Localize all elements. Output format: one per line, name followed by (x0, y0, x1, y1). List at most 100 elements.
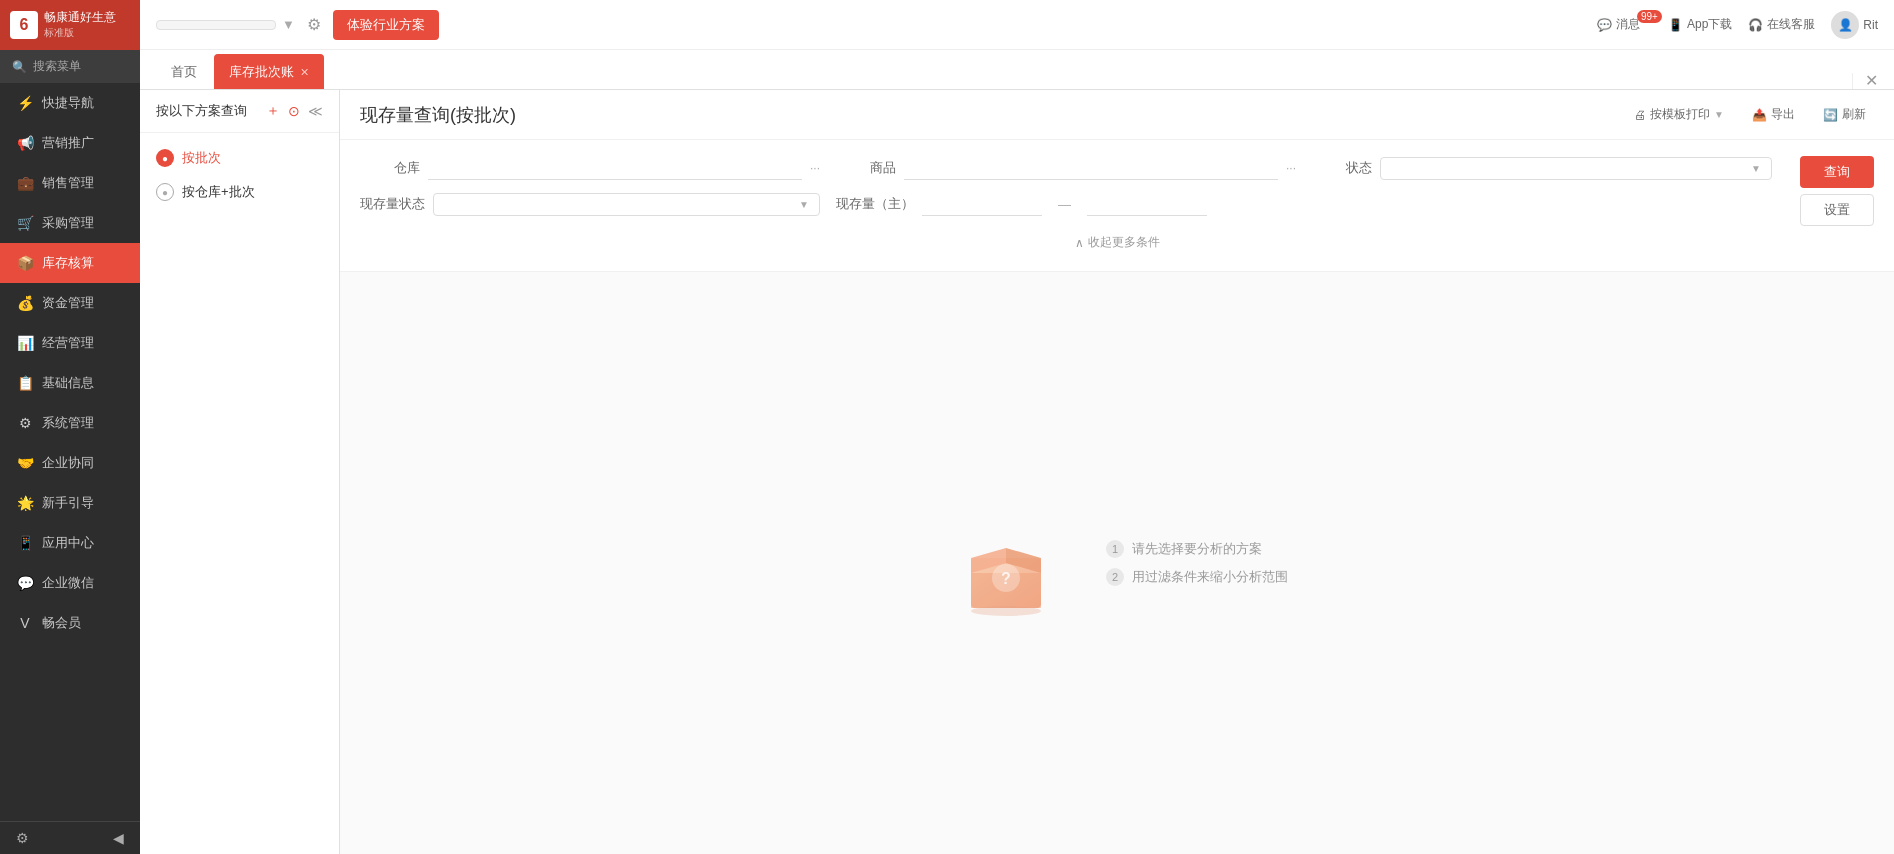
app-center-icon: 📱 (16, 534, 34, 552)
sidebar-item-new-guide[interactable]: 🌟 新手引导 (0, 483, 140, 523)
tab-close-inventory-batch[interactable]: ✕ (300, 66, 309, 79)
marketing-icon: 📢 (16, 134, 34, 152)
export-icon: 📤 (1752, 108, 1767, 122)
topbar-gear-icon[interactable]: ⚙ (307, 15, 321, 34)
sidebar-footer: ⚙ ◀ (0, 821, 140, 854)
app-logo: 6 (10, 11, 38, 39)
tab-inventory-batch[interactable]: 库存批次账 ✕ (214, 54, 324, 89)
finance-icon: 💰 (16, 294, 34, 312)
avatar: 👤 (1831, 11, 1859, 39)
tip-text-1: 请先选择要分析的方案 (1132, 540, 1262, 558)
sidebar-item-app-center[interactable]: 📱 应用中心 (0, 523, 140, 563)
app-title-area: 畅康通好生意 标准版 (44, 10, 116, 40)
app-name: 畅康通好生意 (44, 10, 116, 26)
add-plan-icon[interactable]: ＋ (266, 102, 280, 120)
warehouse-more-icon[interactable]: ··· (810, 161, 820, 175)
export-btn[interactable]: 📤 导出 (1744, 102, 1803, 127)
plan-item-by-warehouse-batch[interactable]: ● 按仓库+批次 (140, 175, 339, 209)
tab-label-inventory-batch: 库存批次账 (229, 63, 294, 81)
collapse-panel-icon[interactable]: ≪ (308, 103, 323, 119)
empty-illustration: ? (946, 503, 1066, 623)
left-panel-title: 按以下方案查询 (156, 102, 247, 120)
collapse-btn[interactable]: ∧ 收起更多条件 (360, 226, 1874, 255)
settings-plan-icon[interactable]: ⊙ (288, 103, 300, 119)
status-select[interactable]: ▼ (1380, 157, 1772, 180)
online-support-label: 在线客服 (1767, 16, 1815, 33)
settings-icon[interactable]: ⚙ (16, 830, 29, 846)
stock-qty-max-input[interactable] (1087, 192, 1207, 216)
settings-button[interactable]: 设置 (1800, 194, 1874, 226)
svg-point-6 (971, 606, 1041, 616)
empty-state: ? 1 请先选择要分析的方案 2 用过滤条件来缩小分析范围 (340, 272, 1894, 854)
tab-label-home: 首页 (171, 63, 197, 81)
quick-nav-icon: ⚡ (16, 94, 34, 112)
online-support-btn[interactable]: 🎧 在线客服 (1748, 16, 1815, 33)
topbar-search-area: ▼ (156, 17, 295, 32)
tip-num-2: 2 (1106, 568, 1124, 586)
by-batch-label: 按批次 (182, 149, 221, 167)
warehouse-input[interactable] (428, 156, 802, 180)
stock-status-select[interactable]: ▼ (433, 193, 820, 216)
sidebar-item-purchase[interactable]: 🛒 采购管理 (0, 203, 140, 243)
refresh-btn[interactable]: 🔄 刷新 (1815, 102, 1874, 127)
sidebar-item-inventory[interactable]: 📦 库存核算 (0, 243, 140, 283)
new-guide-icon: 🌟 (16, 494, 34, 512)
enterprise-wechat-label: 企业微信 (42, 574, 94, 592)
warehouse-label: 仓库 (360, 159, 420, 177)
sidebar-item-enterprise-collab[interactable]: 🤝 企业协同 (0, 443, 140, 483)
stock-qty-label: 现存量（主） (836, 195, 914, 213)
basic-label: 基础信息 (42, 374, 94, 392)
stock-status-arrow: ▼ (799, 199, 809, 210)
sales-label: 销售管理 (42, 174, 94, 192)
tip-num-1: 1 (1106, 540, 1124, 558)
chevron-up-icon: ∧ (1075, 236, 1084, 250)
trial-btn[interactable]: 体验行业方案 (333, 10, 439, 40)
sidebar-item-system[interactable]: ⚙ 系统管理 (0, 403, 140, 443)
user-name: Rit (1863, 18, 1878, 32)
sidebar-item-basic[interactable]: 📋 基础信息 (0, 363, 140, 403)
user-area[interactable]: 👤 Rit (1831, 11, 1878, 39)
left-panel: 按以下方案查询 ＋ ⊙ ≪ ● 按批次 ● 按仓库+批次 (140, 90, 340, 854)
sidebar-item-enterprise-wechat[interactable]: 💬 企业微信 (0, 563, 140, 603)
message-icon: 💬 (1597, 18, 1612, 32)
messages-btn[interactable]: 💬 消息 99+ (1597, 16, 1652, 33)
empty-tip-2: 2 用过滤条件来缩小分析范围 (1106, 568, 1288, 586)
product-label: 商品 (836, 159, 896, 177)
refresh-icon: 🔄 (1823, 108, 1838, 122)
quick-nav-label: 快捷导航 (42, 94, 94, 112)
sidebar: 6 畅康通好生意 标准版 🔍 搜索菜单 ⚡ 快捷导航 📢 营销推广 💼 销售管理… (0, 0, 140, 854)
close-panel-btn[interactable]: ✕ (1865, 73, 1878, 89)
sidebar-item-vip[interactable]: V 畅会员 (0, 603, 140, 643)
inventory-label: 库存核算 (42, 254, 94, 272)
product-more-icon[interactable]: ··· (1286, 161, 1296, 175)
app-download-label: App下载 (1687, 16, 1732, 33)
app-version: 标准版 (44, 26, 116, 40)
page-title: 现存量查询(按批次) (360, 103, 516, 127)
plan-item-by-batch[interactable]: ● 按批次 (140, 141, 339, 175)
topbar-search-box[interactable] (156, 20, 276, 30)
sidebar-item-marketing[interactable]: 📢 营销推广 (0, 123, 140, 163)
stock-qty-min-input[interactable] (922, 192, 1042, 216)
sidebar-item-operations[interactable]: 📊 经营管理 (0, 323, 140, 363)
product-input[interactable] (904, 156, 1278, 180)
tab-home[interactable]: 首页 (156, 54, 212, 89)
sidebar-item-finance[interactable]: 💰 资金管理 (0, 283, 140, 323)
purchase-label: 采购管理 (42, 214, 94, 232)
print-btn[interactable]: 🖨 按模板打印 ▼ (1626, 102, 1732, 127)
stock-status-label: 现存量状态 (360, 195, 425, 213)
topbar-dropdown-icon[interactable]: ▼ (282, 17, 295, 32)
sidebar-item-quick-nav[interactable]: ⚡ 快捷导航 (0, 83, 140, 123)
sidebar-search[interactable]: 🔍 搜索菜单 (0, 50, 140, 83)
export-label: 导出 (1771, 106, 1795, 123)
app-download-btn[interactable]: 📱 App下载 (1668, 16, 1732, 33)
finance-label: 资金管理 (42, 294, 94, 312)
collapse-sidebar-icon[interactable]: ◀ (113, 830, 124, 846)
by-warehouse-batch-label: 按仓库+批次 (182, 183, 255, 201)
messages-badge: 99+ (1637, 10, 1662, 23)
query-button[interactable]: 查询 (1800, 156, 1874, 188)
vip-icon: V (16, 614, 34, 632)
sidebar-item-sales[interactable]: 💼 销售管理 (0, 163, 140, 203)
by-batch-icon: ● (156, 149, 174, 167)
by-warehouse-batch-icon: ● (156, 183, 174, 201)
print-dropdown-icon: ▼ (1714, 109, 1724, 120)
